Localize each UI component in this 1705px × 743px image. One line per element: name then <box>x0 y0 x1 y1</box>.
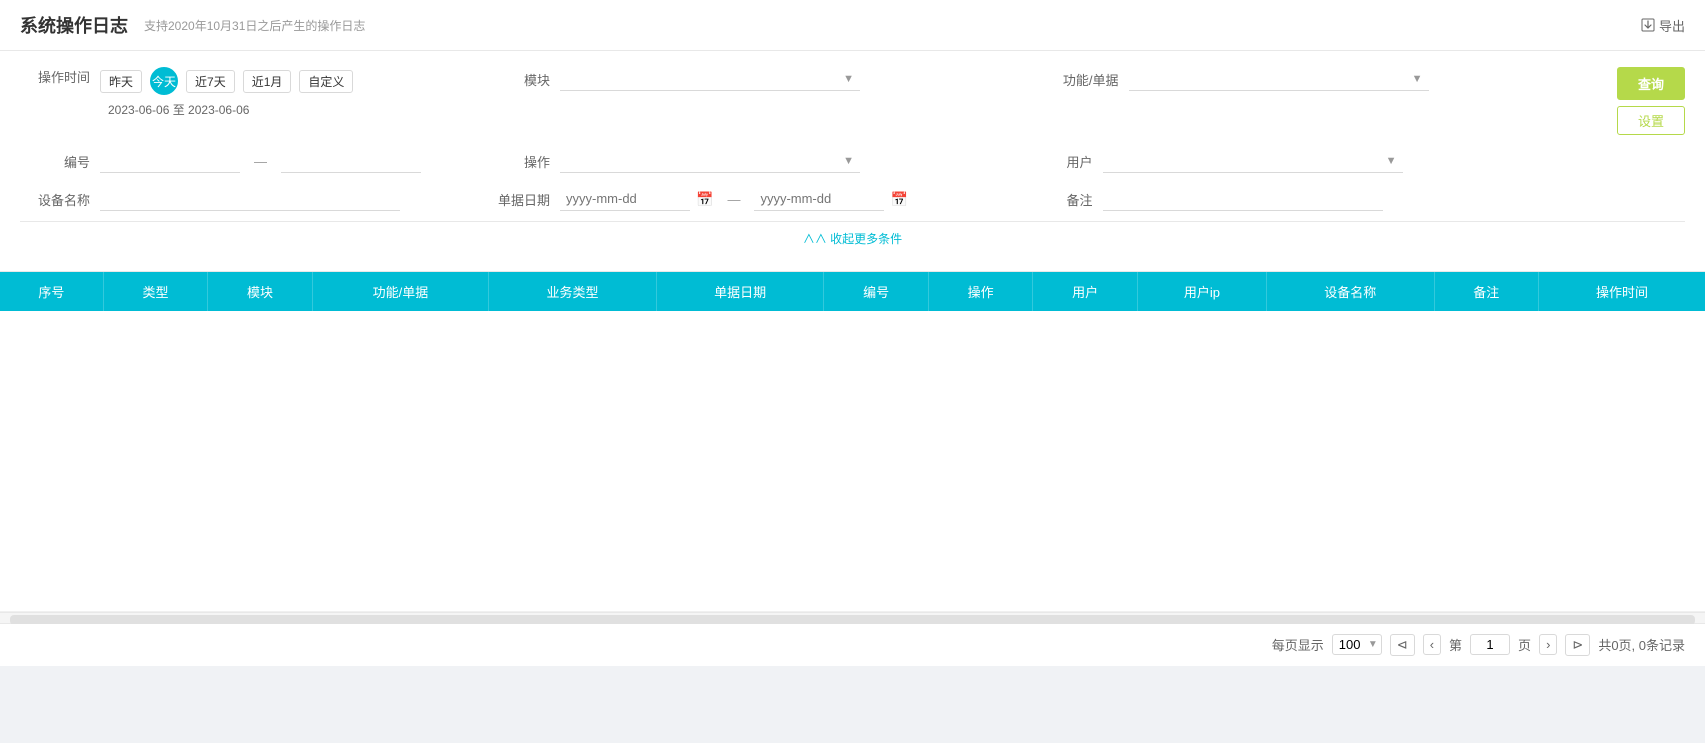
col-user-ip: 用户ip <box>1137 272 1266 311</box>
user-select[interactable] <box>1103 149 1403 172</box>
col-index: 序号 <box>0 272 103 311</box>
table-header-row: 序号 类型 模块 功能/单据 业务类型 单据日期 编号 操作 用户 用户ip 设… <box>0 272 1705 311</box>
col-module: 模块 <box>208 272 312 311</box>
export-icon <box>1641 18 1655 32</box>
page-label: 第 <box>1449 635 1462 654</box>
empty-cell <box>0 311 1705 611</box>
col-type: 类型 <box>103 272 207 311</box>
table-section: 序号 类型 模块 功能/单据 业务类型 单据日期 编号 操作 用户 用户ip 设… <box>0 272 1705 612</box>
function-label: 功能/单据 <box>1039 70 1129 89</box>
first-page-button[interactable]: ⊲ <box>1390 634 1415 656</box>
page-number-input[interactable] <box>1470 634 1510 655</box>
per-page-select[interactable]: 100 50 200 <box>1332 634 1382 655</box>
number-dash: — <box>246 154 275 169</box>
prev-page-button[interactable]: ‹ <box>1423 634 1441 655</box>
page-unit: 页 <box>1518 635 1531 654</box>
last7-btn[interactable]: 近7天 <box>186 70 235 93</box>
collapse-icon: ∧∧ <box>803 232 827 246</box>
col-function: 功能/单据 <box>312 272 488 311</box>
number-to-input[interactable] <box>281 149 421 173</box>
number-from-input[interactable] <box>100 149 240 173</box>
user-label: 用户 <box>1013 152 1103 171</box>
col-operation: 操作 <box>928 272 1032 311</box>
operation-label: 操作 <box>480 152 560 171</box>
doc-date-dash: — <box>719 192 748 207</box>
device-input[interactable] <box>100 187 400 211</box>
remark-label: 备注 <box>1013 190 1103 209</box>
collapse-bar[interactable]: ∧∧ 收起更多条件 <box>20 221 1685 255</box>
collapse-label: 收起更多条件 <box>830 232 902 246</box>
per-page-label: 每页显示 <box>1272 635 1324 654</box>
page-title: 系统操作日志 <box>20 12 128 38</box>
export-button[interactable]: 导出 <box>1641 16 1685 35</box>
operation-select[interactable] <box>560 149 860 172</box>
horizontal-scrollbar[interactable] <box>0 612 1705 624</box>
doc-date-group: 📅 — 📅 <box>560 187 908 211</box>
doc-date-label: 单据日期 <box>480 190 560 209</box>
per-page-wrapper: 100 50 200 ▼ <box>1332 634 1382 655</box>
filter-section: 操作时间 昨天 今天 近7天 近1月 自定义 2023-06-06 至 2023… <box>0 51 1705 272</box>
col-user: 用户 <box>1033 272 1137 311</box>
last-page-button[interactable]: ⊳ <box>1565 634 1590 656</box>
next-page-button[interactable]: › <box>1539 634 1557 655</box>
time-label: 操作时间 <box>20 67 100 86</box>
query-button[interactable]: 查询 <box>1617 67 1685 100</box>
today-btn[interactable]: 今天 <box>150 67 178 95</box>
time-buttons-group: 昨天 今天 近7天 近1月 自定义 <box>100 67 353 95</box>
pagination: 每页显示 100 50 200 ▼ ⊲ ‹ 第 页 › ⊳ 共0页, 0条记录 <box>0 624 1705 666</box>
col-device: 设备名称 <box>1266 272 1434 311</box>
user-select-wrapper: ▼ <box>1103 149 1403 173</box>
col-op-time: 操作时间 <box>1539 272 1705 311</box>
module-select[interactable] <box>560 67 860 90</box>
number-label: 编号 <box>20 152 100 171</box>
col-remark: 备注 <box>1434 272 1538 311</box>
yesterday-btn[interactable]: 昨天 <box>100 70 142 93</box>
doc-date-to-input[interactable] <box>754 187 884 211</box>
remark-input[interactable] <box>1103 187 1383 211</box>
page-subtitle: 支持2020年10月31日之后产生的操作日志 <box>144 17 365 34</box>
calendar-from-icon[interactable]: 📅 <box>696 191 713 208</box>
doc-date-from-input[interactable] <box>560 187 690 211</box>
col-biz-type: 业务类型 <box>489 272 657 311</box>
total-info: 共0页, 0条记录 <box>1598 635 1685 654</box>
operation-select-wrapper: ▼ <box>560 149 860 173</box>
last1m-btn[interactable]: 近1月 <box>243 70 292 93</box>
time-range-display: 2023-06-06 至 2023-06-06 <box>108 101 353 118</box>
data-table: 序号 类型 模块 功能/单据 业务类型 单据日期 编号 操作 用户 用户ip 设… <box>0 272 1705 612</box>
custom-btn[interactable]: 自定义 <box>299 70 353 93</box>
action-buttons: 查询 设置 <box>1617 67 1685 135</box>
calendar-to-icon[interactable]: 📅 <box>890 191 907 208</box>
function-select-wrapper: ▼ <box>1129 67 1429 91</box>
page-header: 系统操作日志 支持2020年10月31日之后产生的操作日志 导出 <box>0 0 1705 51</box>
table-body <box>0 311 1705 611</box>
function-select[interactable] <box>1129 67 1429 90</box>
module-label: 模块 <box>480 70 560 89</box>
module-select-wrapper: ▼ <box>560 67 860 91</box>
device-label: 设备名称 <box>20 190 100 209</box>
settings-button[interactable]: 设置 <box>1617 106 1685 135</box>
col-doc-date: 单据日期 <box>656 272 824 311</box>
col-number: 编号 <box>824 272 928 311</box>
